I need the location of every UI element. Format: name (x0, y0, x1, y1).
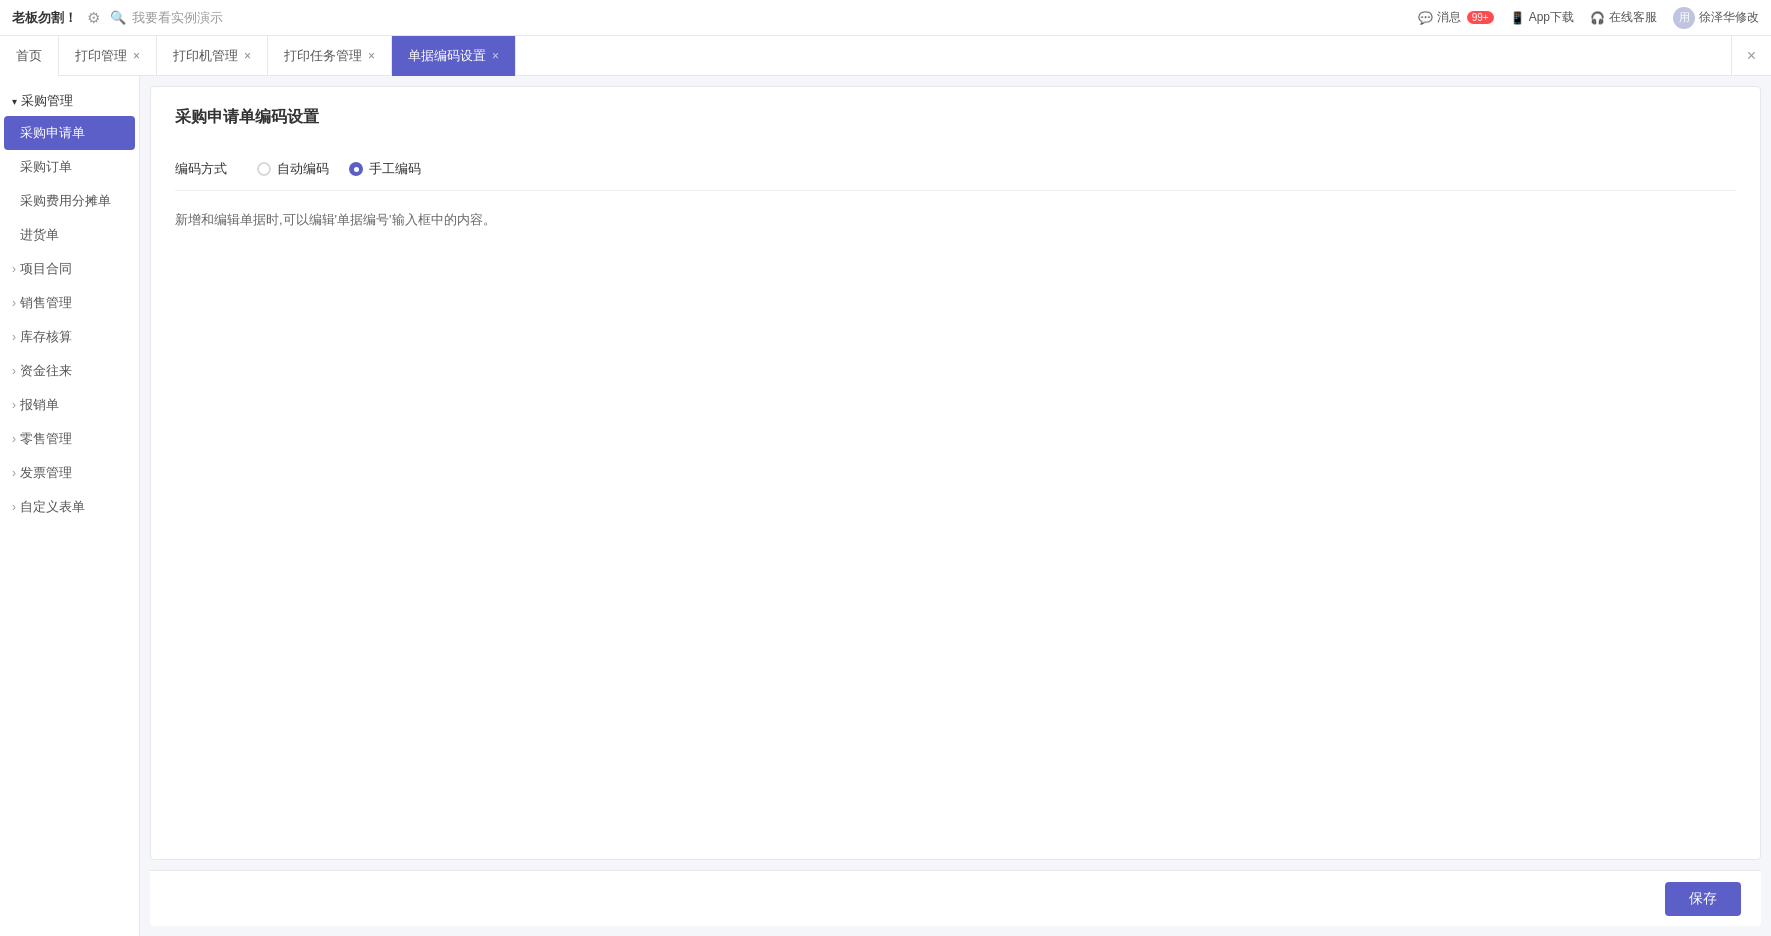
sidebar-group-sales[interactable]: › 销售管理 (0, 286, 139, 320)
sidebar-group-retail-label: 零售管理 (20, 430, 72, 448)
app-download-label: App下载 (1529, 9, 1574, 26)
settings-icon[interactable]: ⚙ (87, 9, 100, 27)
sidebar-item-purchase-expense[interactable]: 采购费用分摊单 (0, 184, 139, 218)
chevron-right-icon-sales: › (12, 296, 16, 310)
top-bar-left: 老板勿割！ ⚙ 🔍 我要看实例演示 (12, 9, 223, 27)
sidebar-item-purchase-order-label: 采购订单 (20, 158, 72, 176)
sidebar-group-purchase[interactable]: ▾ 采购管理 (0, 84, 139, 116)
tab-single-code-label: 单据编码设置 (408, 47, 486, 65)
encoding-row: 编码方式 自动编码 手工编码 (175, 148, 1736, 191)
tab-print-task-close[interactable]: × (368, 49, 375, 63)
user-item[interactable]: 用 徐泽华修改 (1673, 7, 1759, 29)
message-label: 消息 (1437, 9, 1461, 26)
content-inner: 采购申请单编码设置 编码方式 自动编码 手工编码 新增和编辑单据时,可以编辑'单… (150, 86, 1761, 860)
search-text: 我要看实例演示 (132, 9, 223, 27)
main-layout: ▾ 采购管理 采购申请单 采购订单 采购费用分摊单 进货单 › 项目合同 › 销… (0, 76, 1771, 936)
online-service-item[interactable]: 🎧 在线客服 (1590, 9, 1657, 26)
chevron-right-icon-invoice: › (12, 466, 16, 480)
search-area[interactable]: 🔍 我要看实例演示 (110, 9, 223, 27)
save-button[interactable]: 保存 (1665, 882, 1741, 916)
radio-group: 自动编码 手工编码 (257, 160, 421, 178)
radio-auto[interactable]: 自动编码 (257, 160, 329, 178)
sidebar-item-purchase-request[interactable]: 采购申请单 (4, 116, 135, 150)
radio-manual-label: 手工编码 (369, 160, 421, 178)
radio-auto-label: 自动编码 (277, 160, 329, 178)
sidebar-group-retail[interactable]: › 零售管理 (0, 422, 139, 456)
service-icon: 🎧 (1590, 11, 1605, 25)
radio-manual[interactable]: 手工编码 (349, 160, 421, 178)
chevron-right-icon-inventory: › (12, 330, 16, 344)
search-icon: 🔍 (110, 10, 126, 25)
encoding-label: 编码方式 (175, 160, 227, 178)
chevron-right-icon-project: › (12, 262, 16, 276)
sidebar-group-inventory[interactable]: › 库存核算 (0, 320, 139, 354)
message-badge: 99+ (1467, 11, 1494, 24)
chevron-right-icon-custom: › (12, 500, 16, 514)
top-bar: 老板勿割！ ⚙ 🔍 我要看实例演示 💬 消息 99+ 📱 App下载 🎧 在线客… (0, 0, 1771, 36)
sidebar-group-inventory-label: 库存核算 (20, 328, 72, 346)
online-service-label: 在线客服 (1609, 9, 1657, 26)
sidebar-group-invoice-label: 发票管理 (20, 464, 72, 482)
sidebar-group-capital-label: 资金往来 (20, 362, 72, 380)
tab-print-task-label: 打印任务管理 (284, 47, 362, 65)
sidebar-item-stock-in[interactable]: 进货单 (0, 218, 139, 252)
radio-auto-circle (257, 162, 271, 176)
content-area: 采购申请单编码设置 编码方式 自动编码 手工编码 新增和编辑单据时,可以编辑'单… (140, 76, 1771, 936)
sidebar-item-purchase-order[interactable]: 采购订单 (0, 150, 139, 184)
user-name: 徐泽华修改 (1699, 9, 1759, 26)
tab-printer-management-label: 打印机管理 (173, 47, 238, 65)
tab-print-management-close[interactable]: × (133, 49, 140, 63)
tab-print-management[interactable]: 打印管理 × (59, 36, 157, 76)
global-close-button[interactable]: × (1731, 36, 1771, 76)
user-icon: 用 (1673, 7, 1695, 29)
chevron-right-icon-capital: › (12, 364, 16, 378)
sidebar-item-purchase-request-label: 采购申请单 (20, 124, 85, 142)
sidebar-group-returns[interactable]: › 报销单 (0, 388, 139, 422)
page-title: 采购申请单编码设置 (175, 107, 1736, 128)
tab-single-code-close[interactable]: × (492, 49, 499, 63)
tab-home[interactable]: 首页 (0, 36, 59, 76)
message-item[interactable]: 💬 消息 99+ (1418, 9, 1494, 26)
app-icon: 📱 (1510, 11, 1525, 25)
chevron-right-icon-retail: › (12, 432, 16, 446)
sidebar-group-capital[interactable]: › 资金往来 (0, 354, 139, 388)
sidebar-group-project-label: 项目合同 (20, 260, 72, 278)
sidebar-group-project[interactable]: › 项目合同 (0, 252, 139, 286)
tab-single-code[interactable]: 单据编码设置 × (392, 36, 516, 76)
sidebar-item-purchase-expense-label: 采购费用分摊单 (20, 192, 111, 210)
top-bar-right: 💬 消息 99+ 📱 App下载 🎧 在线客服 用 徐泽华修改 (1418, 7, 1759, 29)
sidebar-group-returns-label: 报销单 (20, 396, 59, 414)
sidebar: ▾ 采购管理 采购申请单 采购订单 采购费用分摊单 进货单 › 项目合同 › 销… (0, 76, 140, 936)
chevron-down-icon: ▾ (12, 96, 17, 107)
sidebar-group-purchase-label: 采购管理 (21, 92, 73, 110)
logo: 老板勿割！ (12, 9, 77, 27)
message-icon: 💬 (1418, 11, 1433, 25)
sidebar-group-custom-label: 自定义表单 (20, 498, 85, 516)
tab-bar: 首页 打印管理 × 打印机管理 × 打印任务管理 × 单据编码设置 × × (0, 36, 1771, 76)
tab-print-task[interactable]: 打印任务管理 × (268, 36, 392, 76)
tab-printer-management-close[interactable]: × (244, 49, 251, 63)
sidebar-item-stock-in-label: 进货单 (20, 226, 59, 244)
sidebar-group-custom[interactable]: › 自定义表单 (0, 490, 139, 524)
sidebar-group-invoice[interactable]: › 发票管理 (0, 456, 139, 490)
tab-printer-management[interactable]: 打印机管理 × (157, 36, 268, 76)
sidebar-group-sales-label: 销售管理 (20, 294, 72, 312)
chevron-right-icon-returns: › (12, 398, 16, 412)
tab-home-label: 首页 (16, 47, 42, 65)
tab-print-management-label: 打印管理 (75, 47, 127, 65)
bottom-bar: 保存 (150, 870, 1761, 926)
radio-manual-circle (349, 162, 363, 176)
description-text: 新增和编辑单据时,可以编辑'单据编号'输入框中的内容。 (175, 211, 1736, 229)
app-download-item[interactable]: 📱 App下载 (1510, 9, 1574, 26)
